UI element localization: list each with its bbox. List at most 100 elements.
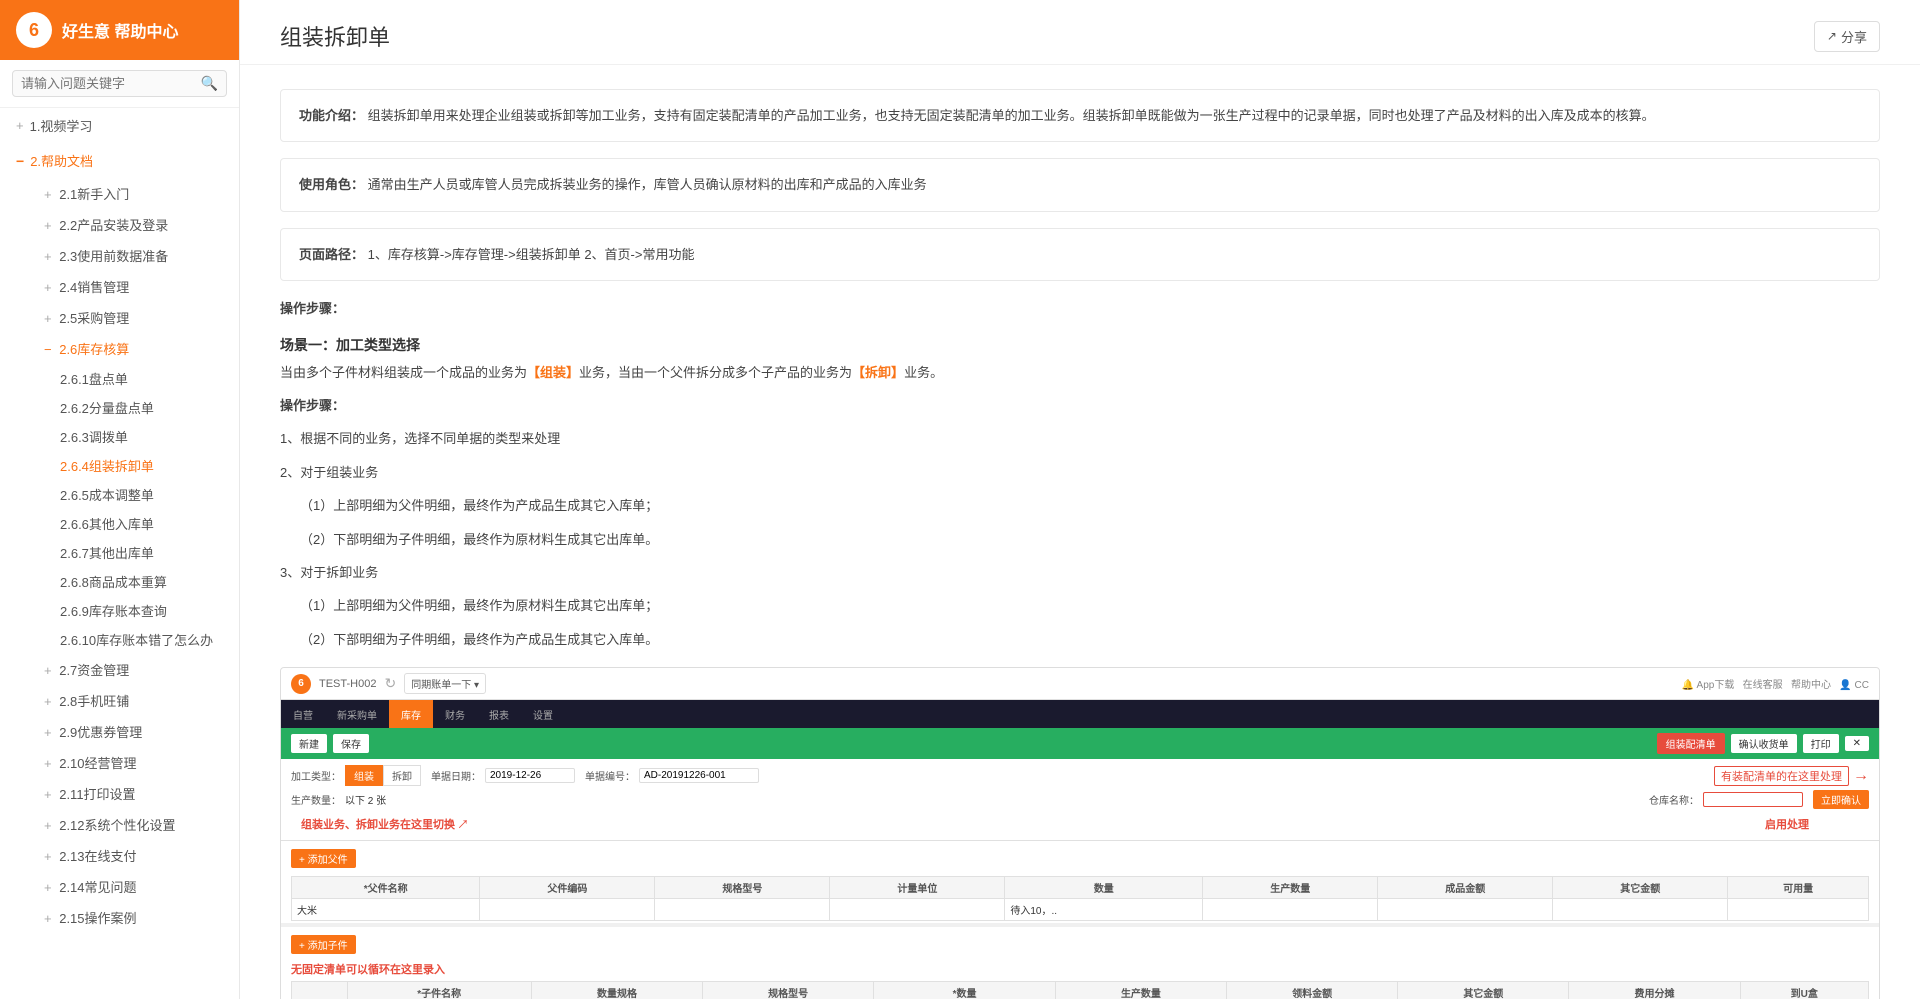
sidebar-item-payment[interactable]: + 2.13在线支付 <box>28 840 239 871</box>
sidebar-item-docs[interactable]: − 2.帮助文档 <box>0 143 239 178</box>
screenshot-container: 6 TEST-H002 ↻ 同期账单一下 ▾ 🔔 App下载 在线客服 帮助中心… <box>280 667 1880 999</box>
sim-navbar: 自营 新采购单 库存 财务 报表 设置 <box>281 700 1879 728</box>
ops-title: 操作步骤： <box>280 297 1880 320</box>
sim-add-child-btn[interactable]: + 添加子件 <box>291 935 356 954</box>
sidebar-item-install[interactable]: + 2.2产品安装及登录 <box>28 209 239 240</box>
sim-annotation-nofixed: 无固定清单可以循环在这里录入 <box>291 961 1869 977</box>
share-icon: ↗ <box>1827 29 1837 43</box>
sidebar-item-personalize[interactable]: + 2.12系统个性化设置 <box>28 809 239 840</box>
sidebar-item-costadj[interactable]: 2.6.5成本调整单 <box>44 480 239 509</box>
sidebar-item-faq[interactable]: + 2.14常见问题 <box>28 871 239 902</box>
sidebar-item-data[interactable]: + 2.3使用前数据准备 <box>28 240 239 271</box>
sim-save-btn[interactable]: 保存 <box>333 734 369 753</box>
sim-col-spec: 规格型号 <box>655 877 830 899</box>
sidebar-item-cases[interactable]: + 2.15操作案例 <box>28 902 239 933</box>
intro-box: 功能介绍： 组装拆卸单用来处理企业组装或拆卸等加工业务，支持有固定装配清单的产品… <box>280 89 1880 142</box>
sim-nav-self[interactable]: 自营 <box>281 700 325 728</box>
sim-nav-finance[interactable]: 财务 <box>433 700 477 728</box>
docs-subnav: + 2.1新手入门 + 2.2产品安装及登录 + 2.3使用前数据准备 + 2.… <box>0 178 239 933</box>
sim-nav-purchase[interactable]: 新采购单 <box>325 700 389 728</box>
sim-bottom-table-area: + 添加子件 无固定清单可以循环在这里录入 *子件名称 数量规格 规格型号 *数… <box>281 927 1879 999</box>
share-button[interactable]: ↗ 分享 <box>1814 21 1880 52</box>
sim-assembly-plan-btn[interactable]: 组装配清单 <box>1657 733 1725 754</box>
page-title: 组装拆卸单 <box>280 20 390 52</box>
plus-icon: + <box>44 249 52 264</box>
brand-title: 好生意 帮助中心 <box>62 18 178 42</box>
role-box: 使用角色： 通常由生产人员或库管人员完成拆装业务的操作，库管人员确认原材料的出库… <box>280 158 1880 211</box>
search-box: 🔍 <box>0 60 239 108</box>
plus-icon: + <box>44 694 52 709</box>
sidebar-item-costrecalc[interactable]: 2.6.8商品成本重算 <box>44 567 239 596</box>
path-label: 页面路径： <box>299 247 364 262</box>
sim-doc-toolbar: 新建 保存 组装配清单 确认收货单 打印 ✕ <box>281 728 1879 759</box>
sidebar-item-ledgercheck[interactable]: 2.6.9库存账本查询 <box>44 596 239 625</box>
sim-col-parent-code: 父件编码 <box>480 877 655 899</box>
sidebar-item-purchase[interactable]: + 2.5采购管理 <box>28 302 239 333</box>
sidebar-item-ops[interactable]: + 2.10经营管理 <box>28 747 239 778</box>
intro-label: 功能介绍： <box>299 108 364 123</box>
ops-steps-label: 操作步骤： <box>280 394 1880 417</box>
sidebar-item-partialtake[interactable]: 2.6.2分量盘点单 <box>44 393 239 422</box>
sim-col-child-spec2: 规格型号 <box>703 982 874 999</box>
sim-refresh-icon: ↻ <box>384 675 396 692</box>
sim-top-table: *父件名称 父件编码 规格型号 计量单位 数量 生产数量 成品金额 其它金额 可… <box>291 876 1869 921</box>
sidebar-item-assembly[interactable]: 2.6.4组装拆卸单 <box>44 451 239 480</box>
inventory-subnav: 2.6.1盘点单 2.6.2分量盘点单 2.6.3调拨单 2.6.4组装拆卸单 … <box>28 364 239 654</box>
plus-icon: + <box>44 756 52 771</box>
sim-type-disassembly[interactable]: 拆卸 <box>383 765 421 786</box>
sim-type-assembly[interactable]: 组装 <box>345 765 383 786</box>
sidebar-item-otherinstock[interactable]: 2.6.6其他入库单 <box>44 509 239 538</box>
search-input[interactable] <box>21 76 201 91</box>
sidebar-item-print[interactable]: + 2.11打印设置 <box>28 778 239 809</box>
plus-icon: + <box>44 818 52 833</box>
sim-add-parent-btn[interactable]: + 添加父件 <box>291 849 356 868</box>
sim-annotation-bom: 有装配清单的在这里处理 → <box>1714 766 1869 786</box>
sim-col-unit: 计量单位 <box>830 877 1005 899</box>
search-icon[interactable]: 🔍 <box>201 75 218 92</box>
sim-view-select[interactable]: 同期账单一下 ▾ <box>404 673 486 694</box>
step3-sub1: （1）上部明细为父件明细，最终作为原材料生成其它出库单； <box>300 594 1880 617</box>
plus-icon: + <box>44 787 52 802</box>
sim-col-child-name: *子件名称 <box>347 982 531 999</box>
sim-col-child-seq <box>292 982 348 999</box>
plus-icon: + <box>44 911 52 926</box>
sim-nav-settings[interactable]: 设置 <box>521 700 565 728</box>
sim-confirm-btn[interactable]: 确认收货单 <box>1731 734 1797 753</box>
sim-company: TEST-H002 <box>319 678 376 690</box>
sim-warehouse-input[interactable] <box>1703 792 1803 807</box>
sim-date-input[interactable] <box>485 768 575 783</box>
sim-nav-report[interactable]: 报表 <box>477 700 521 728</box>
sim-print-btn[interactable]: 打印 <box>1803 734 1839 753</box>
step3-title: 3、对于拆卸业务 <box>280 561 1880 584</box>
plus-icon: + <box>44 663 52 678</box>
sidebar-item-stocktake[interactable]: 2.6.1盘点单 <box>44 364 239 393</box>
sidebar-item-ledgererror[interactable]: 2.6.10库存账本错了怎么办 <box>44 625 239 654</box>
sidebar-item-adjust[interactable]: 2.6.3调拨单 <box>44 422 239 451</box>
sidebar-item-newbie[interactable]: + 2.1新手入门 <box>28 178 239 209</box>
sim-confirm-warehouse-btn[interactable]: 立即确认 <box>1813 790 1869 809</box>
sidebar-item-inventory[interactable]: − 2.6库存核算 <box>28 333 239 364</box>
sim-col-prod-amount: 成品金额 <box>1378 877 1553 899</box>
table-row: 大米 待入10，.. <box>292 899 1869 921</box>
sim-code-input[interactable] <box>639 768 759 783</box>
sidebar-item-mobile[interactable]: + 2.8手机旺铺 <box>28 685 239 716</box>
sim-nav-inventory[interactable]: 库存 <box>389 700 433 728</box>
step1: 1、根据不同的业务，选择不同单据的类型来处理 <box>280 427 1880 450</box>
sim-col-child-prodqty: 生产数量 <box>1055 982 1226 999</box>
sim-col-prod-qty: 生产数量 <box>1203 877 1378 899</box>
brand-logo: 6 <box>16 12 52 48</box>
plus-icon: + <box>44 218 52 233</box>
sidebar-item-coupon[interactable]: + 2.9优惠券管理 <box>28 716 239 747</box>
sidebar-item-sales[interactable]: + 2.4销售管理 <box>28 271 239 302</box>
sim-new-btn[interactable]: 新建 <box>291 734 327 753</box>
nav-list: + 1.视频学习 − 2.帮助文档 + 2.1新手入门 + 2.2产品安装及登录… <box>0 108 239 999</box>
sidebar-item-cashflow[interactable]: + 2.7资金管理 <box>28 654 239 685</box>
path-text: 1、库存核算->库存管理->组装拆卸单 2、首页->常用功能 <box>368 247 695 262</box>
plus-icon: + <box>16 118 24 133</box>
plus-icon: + <box>44 311 52 326</box>
sim-col-qty: 数量 <box>1005 877 1203 899</box>
sidebar-item-otheroutstock[interactable]: 2.6.7其他出库单 <box>44 538 239 567</box>
sim-close-btn[interactable]: ✕ <box>1845 736 1869 751</box>
sim-top-table-header: + 添加父件 <box>291 845 1869 872</box>
sidebar-item-videos[interactable]: + 1.视频学习 <box>0 108 239 143</box>
